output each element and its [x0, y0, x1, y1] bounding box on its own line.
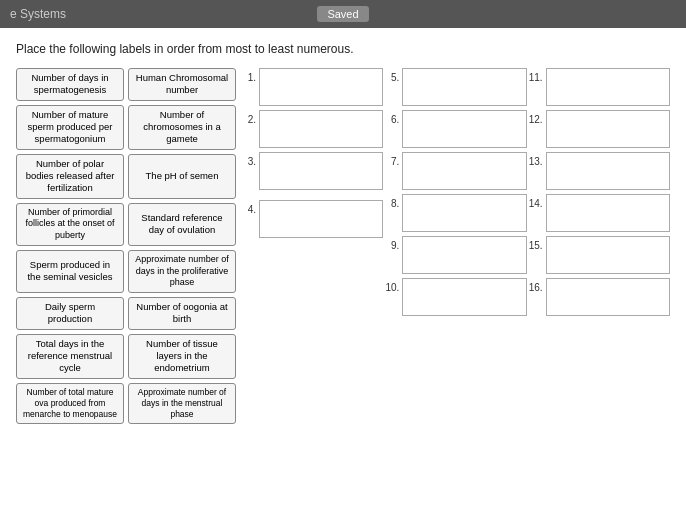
label-row-4: Number of primordial follicles at the on…	[16, 203, 236, 246]
answer-box-8[interactable]	[402, 194, 526, 232]
slot-number: 3.	[242, 152, 256, 167]
label-box[interactable]: Number of oogonia at birth	[128, 297, 236, 330]
slot-number: 8.	[385, 194, 399, 209]
slot-number: 6.	[385, 110, 399, 125]
answer-slot-10: 10.	[385, 278, 526, 316]
top-bar: e Systems Saved	[0, 0, 686, 28]
slot-number: 10.	[385, 278, 399, 293]
slot-number: 13.	[529, 152, 543, 167]
slot-number: 14.	[529, 194, 543, 209]
saved-badge: Saved	[317, 6, 368, 22]
label-box[interactable]: Total days in the reference menstrual cy…	[16, 334, 124, 379]
answer-slot-15: 15.	[529, 236, 670, 274]
answer-col-1: 1. 2. 3. 4.	[242, 68, 383, 424]
answer-box-12[interactable]	[546, 110, 670, 148]
answer-slot-13: 13.	[529, 152, 670, 190]
label-row-8: Number of total mature ova produced from…	[16, 383, 236, 424]
label-box[interactable]: Number of tissue layers in the endometri…	[128, 334, 236, 379]
labels-column: Number of days in spermatogenesis Human …	[16, 68, 236, 424]
label-box[interactable]: Human Chromosomal number	[128, 68, 236, 101]
label-row-6: Daily sperm production Number of oogonia…	[16, 297, 236, 330]
answer-slot-12: 12.	[529, 110, 670, 148]
app-title: e Systems	[10, 7, 66, 21]
answer-slot-6: 6.	[385, 110, 526, 148]
answer-box-7[interactable]	[402, 152, 526, 190]
answer-box-4[interactable]	[259, 200, 383, 238]
answer-slot-4: 4.	[242, 200, 383, 238]
label-box[interactable]: Number of total mature ova produced from…	[16, 383, 124, 424]
answer-box-10[interactable]	[402, 278, 526, 316]
slot-number: 11.	[529, 68, 543, 83]
answer-box-15[interactable]	[546, 236, 670, 274]
answer-slot-8: 8.	[385, 194, 526, 232]
label-box[interactable]: Number of primordial follicles at the on…	[16, 203, 124, 246]
slot-number: 1.	[242, 68, 256, 83]
slot-number: 9.	[385, 236, 399, 251]
layout-container: Number of days in spermatogenesis Human …	[16, 68, 670, 424]
answer-slot-2: 2.	[242, 110, 383, 148]
answer-box-9[interactable]	[402, 236, 526, 274]
label-box[interactable]: The pH of semen	[128, 154, 236, 199]
label-box[interactable]: Number of mature sperm produced per sper…	[16, 105, 124, 150]
label-box[interactable]: Approximate number of days in the menstr…	[128, 383, 236, 424]
answer-slot-16: 16.	[529, 278, 670, 316]
answer-box-5[interactable]	[402, 68, 526, 106]
main-content: Place the following labels in order from…	[0, 28, 686, 506]
answer-box-11[interactable]	[546, 68, 670, 106]
label-row-2: Number of mature sperm produced per sper…	[16, 105, 236, 150]
label-box[interactable]: Number of polar bodies released after fe…	[16, 154, 124, 199]
answer-slot-1: 1.	[242, 68, 383, 106]
answer-box-3[interactable]	[259, 152, 383, 190]
slot-number: 2.	[242, 110, 256, 125]
answer-box-16[interactable]	[546, 278, 670, 316]
label-box[interactable]: Number of days in spermatogenesis	[16, 68, 124, 101]
answer-slot-7: 7.	[385, 152, 526, 190]
answer-col-2: 5. 6. 7. 8. 9.	[385, 68, 526, 424]
label-row-3: Number of polar bodies released after fe…	[16, 154, 236, 199]
answer-box-13[interactable]	[546, 152, 670, 190]
label-box[interactable]: Daily sperm production	[16, 297, 124, 330]
answer-slot-3: 3.	[242, 152, 383, 190]
label-box[interactable]: Standard reference day of ovulation	[128, 203, 236, 246]
label-box[interactable]: Number of chromosomes in a gamete	[128, 105, 236, 150]
answer-box-6[interactable]	[402, 110, 526, 148]
answer-slot-14: 14.	[529, 194, 670, 232]
answer-box-14[interactable]	[546, 194, 670, 232]
answer-columns: 1. 2. 3. 4. 5.	[242, 68, 670, 424]
instructions: Place the following labels in order from…	[16, 42, 670, 56]
slot-number: 7.	[385, 152, 399, 167]
slot-number: 5.	[385, 68, 399, 83]
slot-number: 12.	[529, 110, 543, 125]
label-row-5: Sperm produced in the seminal vesicles A…	[16, 250, 236, 293]
slot-number: 4.	[242, 200, 256, 215]
answer-box-2[interactable]	[259, 110, 383, 148]
label-box[interactable]: Sperm produced in the seminal vesicles	[16, 250, 124, 293]
answer-slot-9: 9.	[385, 236, 526, 274]
slot-number: 16.	[529, 278, 543, 293]
label-row-7: Total days in the reference menstrual cy…	[16, 334, 236, 379]
label-row-1: Number of days in spermatogenesis Human …	[16, 68, 236, 101]
answer-slot-5: 5.	[385, 68, 526, 106]
answer-col-3: 11. 12. 13. 14. 15.	[529, 68, 670, 424]
label-box[interactable]: Approximate number of days in the prolif…	[128, 250, 236, 293]
answer-slot-11: 11.	[529, 68, 670, 106]
slot-number: 15.	[529, 236, 543, 251]
answer-box-1[interactable]	[259, 68, 383, 106]
